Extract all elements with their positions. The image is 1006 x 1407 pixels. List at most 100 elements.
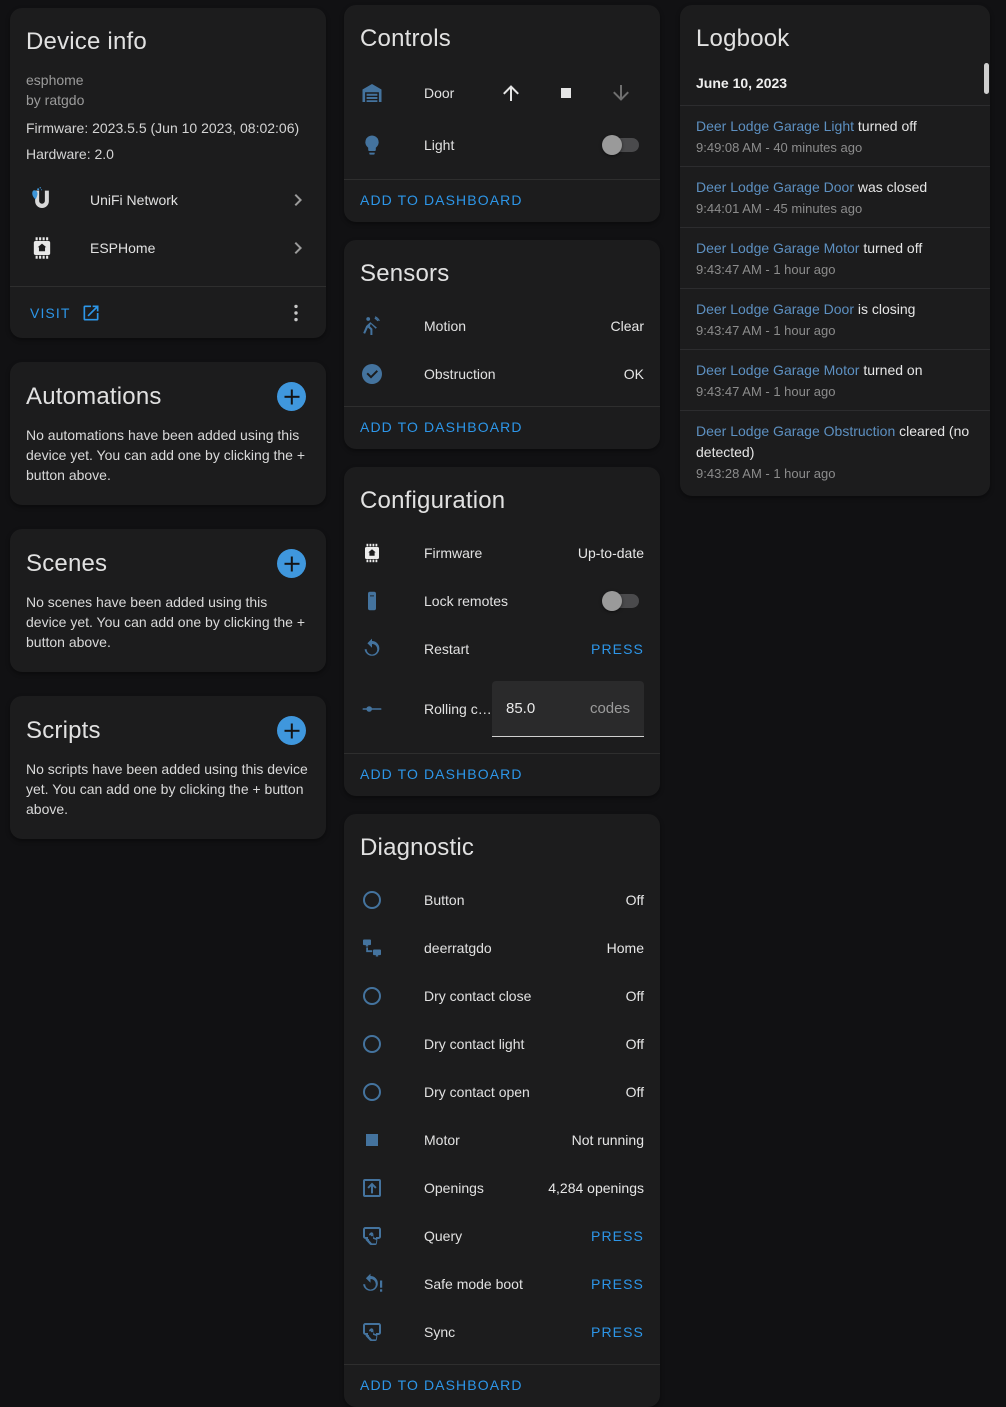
- device-menu-button[interactable]: [278, 295, 314, 331]
- config-row-restart: Restart PRESS: [344, 625, 660, 673]
- door-stop-button[interactable]: [542, 73, 589, 113]
- controls-card: Controls Door Light ADD TO DASHBOARD: [344, 5, 660, 222]
- diag-label: Dry contact open: [424, 1084, 530, 1100]
- esphome-chip-icon: [360, 541, 384, 565]
- sensor-row-obstruction[interactable]: Obstruction OK: [344, 350, 660, 398]
- diag-row-sync: Sync PRESS: [344, 1308, 660, 1356]
- lightbulb-icon: [360, 133, 384, 157]
- entity-link[interactable]: Deer Lodge Garage Door: [696, 301, 854, 317]
- door-close-button[interactable]: [597, 73, 644, 113]
- diag-row-motor[interactable]: Motor Not running: [344, 1116, 660, 1164]
- automations-title: Automations: [26, 382, 162, 410]
- controls-title: Controls: [360, 25, 451, 52]
- sensor-row-motion[interactable]: Motion Clear: [344, 302, 660, 350]
- right-column: Logbook June 10, 2023 Deer Lodge Garage …: [680, 5, 990, 496]
- logbook-entry: Deer Lodge Garage Door is closing 9:43:4…: [680, 288, 990, 349]
- diagnostic-title: Diagnostic: [360, 834, 475, 861]
- chevron-right-icon: [294, 242, 302, 254]
- add-automation-button[interactable]: [277, 382, 306, 411]
- sensor-label: Obstruction: [424, 366, 496, 382]
- middle-column: Controls Door Light ADD TO DASHBOARD Sen…: [344, 5, 660, 1407]
- gesture-tap-icon: [360, 1224, 384, 1248]
- sensors-add-to-dashboard-button[interactable]: ADD TO DASHBOARD: [352, 413, 531, 441]
- motion-sensor-icon: [360, 314, 384, 338]
- chevron-right-icon: [294, 194, 302, 206]
- light-toggle[interactable]: [602, 133, 642, 157]
- logbook-entry: Deer Lodge Garage Motor turned off 9:43:…: [680, 227, 990, 288]
- diag-row-dry-contact-light[interactable]: Dry contact light Off: [344, 1020, 660, 1068]
- add-scene-button[interactable]: [277, 549, 306, 578]
- door-label: Door: [424, 85, 455, 101]
- logbook-scrollbar[interactable]: [984, 63, 989, 94]
- lock-remotes-toggle[interactable]: [602, 589, 642, 613]
- device-firmware: Firmware: 2023.5.5 (Jun 10 2023, 08:02:0…: [26, 120, 300, 136]
- diag-value: Off: [625, 1084, 644, 1100]
- sensor-label: Motion: [424, 318, 467, 334]
- scenes-card: Scenes No scenes have been added using t…: [10, 529, 326, 672]
- config-label: Restart: [424, 641, 470, 657]
- light-label: Light: [424, 137, 455, 153]
- entity-link[interactable]: Deer Lodge Garage Obstruction: [696, 423, 895, 439]
- left-column: Device info esphome by ratgdo Firmware: …: [10, 8, 326, 839]
- diag-row-openings[interactable]: Openings 4,284 openings: [344, 1164, 660, 1212]
- diag-value: Off: [625, 988, 644, 1004]
- diag-row-query: Query PRESS: [344, 1212, 660, 1260]
- diag-value: Off: [625, 892, 644, 908]
- config-row-firmware[interactable]: Firmware Up-to-date: [344, 529, 660, 577]
- circle-outline-icon: [360, 1080, 384, 1104]
- diagnostic-add-to-dashboard-button[interactable]: ADD TO DASHBOARD: [352, 1371, 531, 1399]
- diag-row-dry-contact-open[interactable]: Dry contact open Off: [344, 1068, 660, 1116]
- diag-label: Query: [424, 1228, 463, 1244]
- door-open-button[interactable]: [487, 73, 534, 113]
- diag-row-dry-contact-close[interactable]: Dry contact close Off: [344, 972, 660, 1020]
- add-script-button[interactable]: [277, 716, 306, 745]
- config-label: Rolling co...: [424, 701, 492, 717]
- entity-link[interactable]: Deer Lodge Garage Motor: [696, 240, 859, 256]
- esphome-icon: [26, 232, 58, 264]
- integration-esphome[interactable]: ESPHome: [10, 224, 326, 272]
- entity-link[interactable]: Deer Lodge Garage Light: [696, 118, 854, 134]
- diag-value: Not running: [571, 1132, 644, 1148]
- circle-outline-icon: [360, 984, 384, 1008]
- sync-press-button[interactable]: PRESS: [591, 1324, 644, 1340]
- log-action: turned off: [854, 118, 917, 134]
- configuration-add-to-dashboard-button[interactable]: ADD TO DASHBOARD: [352, 760, 531, 788]
- logbook-entry: Deer Lodge Garage Light turned off 9:49:…: [680, 105, 990, 166]
- rolling-code-unit: codes: [589, 700, 630, 717]
- scripts-card: Scripts No scripts have been added using…: [10, 696, 326, 839]
- automations-card: Automations No automations have been add…: [10, 362, 326, 505]
- arrow-up-box-icon: [360, 1176, 384, 1200]
- diag-row-button[interactable]: Button Off: [344, 876, 660, 924]
- log-time: 9:44:01 AM - 45 minutes ago: [696, 201, 863, 216]
- circle-outline-icon: [360, 888, 384, 912]
- scenes-title: Scenes: [26, 549, 108, 577]
- log-time: 9:43:47 AM - 1 hour ago: [696, 323, 836, 338]
- integration-unifi-network[interactable]: UniFi Network: [10, 176, 326, 224]
- logbook-entry: Deer Lodge Garage Motor turned on 9:43:4…: [680, 349, 990, 410]
- open-in-new-icon: [83, 305, 99, 320]
- logbook-entry: Deer Lodge Garage Door was closed 9:44:0…: [680, 166, 990, 227]
- sensor-value: OK: [623, 366, 644, 382]
- dots-vertical-icon: [294, 304, 298, 321]
- visit-button[interactable]: VISIT: [22, 297, 109, 329]
- sensor-value: Clear: [610, 318, 644, 334]
- safe-mode-boot-press-button[interactable]: PRESS: [591, 1276, 644, 1292]
- device-info-actions: VISIT: [10, 286, 326, 338]
- diag-label: Safe mode boot: [424, 1276, 523, 1292]
- light-row: Light: [344, 119, 660, 171]
- entity-link[interactable]: Deer Lodge Garage Motor: [696, 362, 859, 378]
- restart-press-button[interactable]: PRESS: [591, 641, 644, 657]
- controls-add-to-dashboard-button[interactable]: ADD TO DASHBOARD: [352, 186, 531, 214]
- query-press-button[interactable]: PRESS: [591, 1228, 644, 1244]
- config-label: Firmware: [424, 545, 483, 561]
- diag-row-deerratgdo[interactable]: deerratgdo Home: [344, 924, 660, 972]
- device-info-title: Device info: [26, 28, 147, 55]
- integration-label: UniFi Network: [90, 192, 178, 208]
- logbook-title: Logbook: [696, 25, 790, 52]
- diag-label: Openings: [424, 1180, 484, 1196]
- diag-value: Home: [606, 940, 644, 956]
- rolling-code-input[interactable]: [506, 700, 564, 717]
- entity-link[interactable]: Deer Lodge Garage Door: [696, 179, 854, 195]
- scripts-empty-text: No scripts have been added using this de…: [26, 761, 308, 817]
- sensors-title: Sensors: [360, 260, 450, 287]
